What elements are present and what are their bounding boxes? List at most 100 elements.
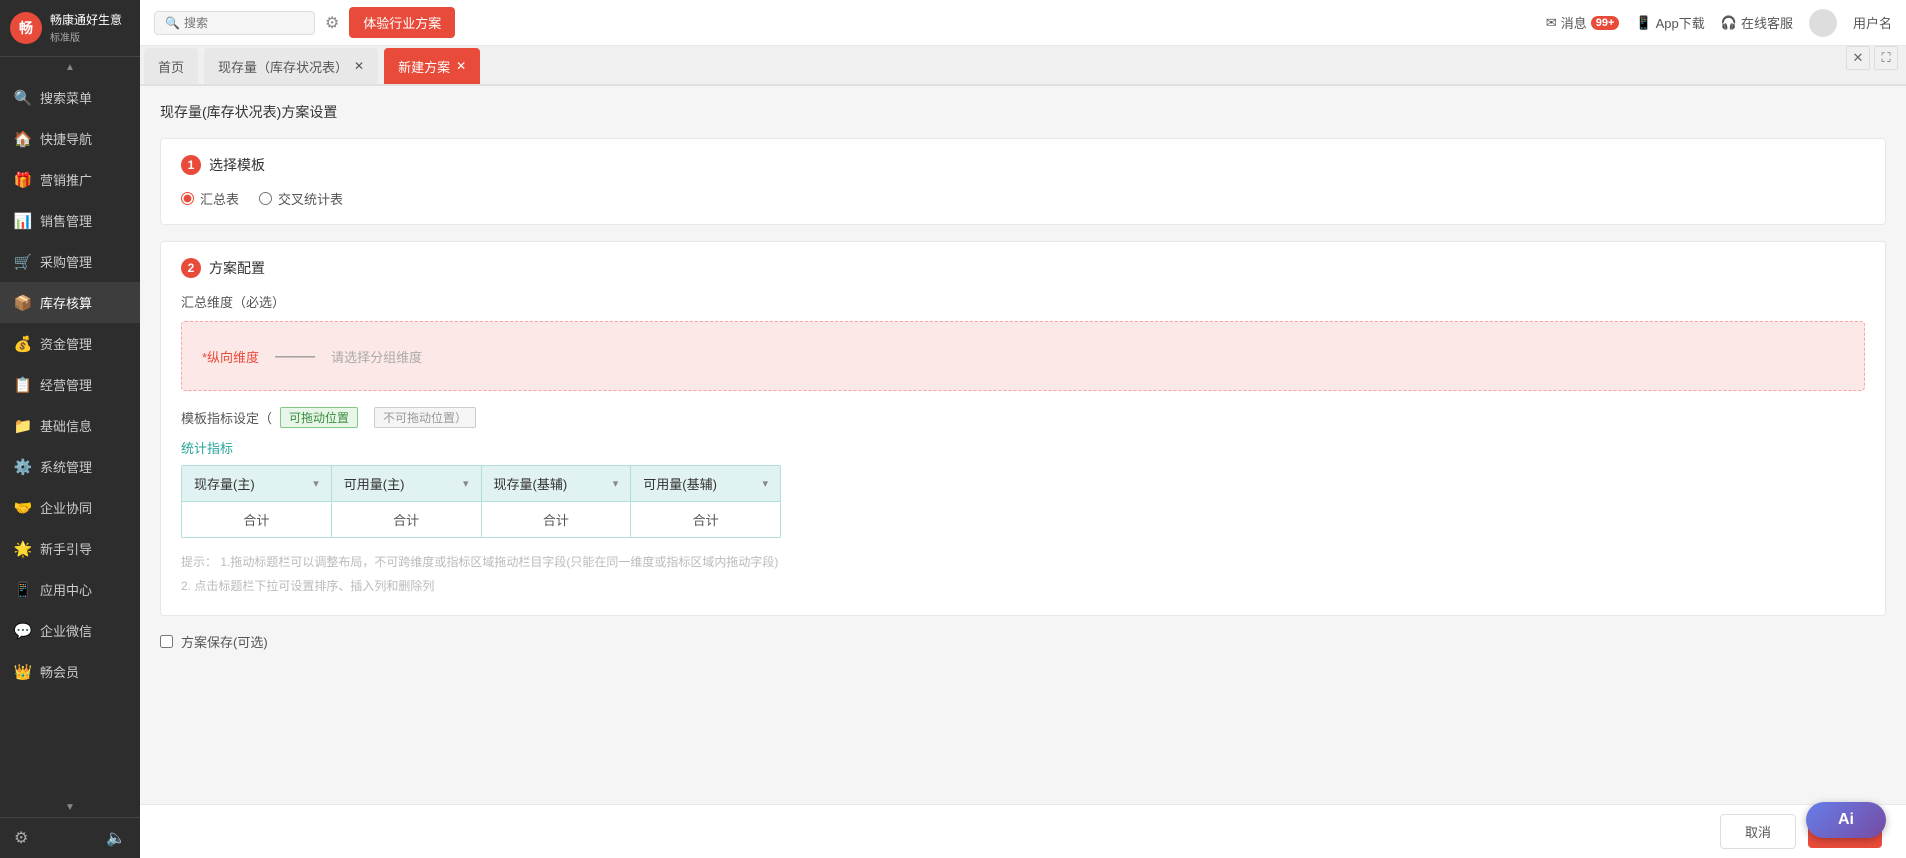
stats-col-body-2: 合计 [482,502,631,537]
settings-icon[interactable]: ⚙ [14,828,28,848]
sidebar-item-business[interactable]: 📋 经营管理 [0,364,140,405]
sidebar-item-label: 企业协同 [40,498,92,517]
sidebar-item-label: 营销推广 [40,170,92,189]
radio-summary-label: 汇总表 [200,189,239,208]
stats-col-header-1[interactable]: 可用量(主) ▾ [332,466,481,502]
sidebar-item-basic-info[interactable]: 📁 基础信息 [0,405,140,446]
user-avatar[interactable] [1809,9,1837,37]
handshake-icon: 🤝 [14,499,32,517]
stats-col-3: 可用量(基辅) ▾ 合计 [631,466,780,537]
sidebar-item-finance[interactable]: 💰 资金管理 [0,323,140,364]
chevron-down-icon-3[interactable]: ▾ [762,477,768,490]
sidebar-footer: ⚙ 🔈 [0,817,140,858]
section1-title: 选择模板 [209,155,265,175]
save-label: 方案保存(可选) [181,632,268,651]
sidebar-item-label: 库存核算 [40,293,92,312]
chat-icon: 💬 [14,622,32,640]
radio-summary-input[interactable] [181,192,194,205]
online-service-action[interactable]: 🎧 在线客服 [1721,13,1793,32]
sidebar-item-contract[interactable]: 🤝 企业协同 [0,487,140,528]
username-label: 用户名 [1853,13,1892,32]
indicator-movable-badge: 可拖动位置 [280,407,358,428]
sidebar-item-quick-nav[interactable]: 🏠 快捷导航 [0,118,140,159]
download-icon: 📱 [1635,15,1651,31]
stats-col-header-label-3: 可用量(基辅) [643,474,717,493]
cart-icon: 🛒 [14,253,32,271]
sidebar-scroll-up[interactable]: ▲ [0,57,140,77]
message-icon: ✉ [1546,15,1557,31]
gift-icon: 🎁 [14,171,32,189]
section-choose-template: 1 选择模板 汇总表 交叉统计表 [160,138,1886,225]
sidebar-item-label: 新手引导 [40,539,92,558]
section2-header: 2 方案配置 [181,258,1865,278]
app-download-action[interactable]: 📱 App下载 [1635,13,1704,32]
radio-summary[interactable]: 汇总表 [181,189,239,208]
sidebar-item-member[interactable]: 👑 畅会员 [0,651,140,692]
chevron-down-icon-2[interactable]: ▾ [613,477,619,490]
sidebar-item-label: 经营管理 [40,375,92,394]
ai-float-button[interactable]: Ai [1806,802,1886,838]
tab-inventory-status[interactable]: 现存量（库存状况表） ✕ [204,48,378,84]
chevron-down-icon-0[interactable]: ▾ [313,477,319,490]
main-wrapper: 🔍 ⚙ 体验行业方案 ✉ 消息 99+ 📱 App下载 🎧 在线客服 用户名 [140,0,1906,858]
chevron-down-icon-1[interactable]: ▾ [463,477,469,490]
sidebar-item-sales[interactable]: 📊 销售管理 [0,200,140,241]
sidebar-item-search-menu[interactable]: 🔍 搜索菜单 [0,77,140,118]
stats-col-header-2[interactable]: 现存量(基辅) ▾ [482,466,631,502]
stats-table-header: 现存量(主) ▾ 合计 可用量(主) ▾ 合计 [182,466,780,537]
tab-new-scheme-close-icon[interactable]: ✕ [456,59,466,73]
sidebar-item-system[interactable]: ⚙️ 系统管理 [0,446,140,487]
phone-icon: 📱 [14,581,32,599]
tip-2: 2. 点击标题栏下拉可设置排序、插入列和删除列 [181,576,1865,598]
stats-col-header-label-2: 现存量(基辅) [494,474,568,493]
sound-icon[interactable]: 🔈 [106,828,126,848]
sidebar-item-purchase[interactable]: 🛒 采购管理 [0,241,140,282]
tab-home[interactable]: 首页 [144,48,198,84]
content-area: 现存量(库存状况表)方案设置 1 选择模板 汇总表 交叉统计表 [140,86,1906,804]
section1-badge: 1 [181,155,201,175]
trial-btn[interactable]: 体验行业方案 [349,7,455,38]
stats-col-header-3[interactable]: 可用量(基辅) ▾ [631,466,780,502]
tab-new-scheme-label: 新建方案 [398,57,450,76]
radio-cross-input[interactable] [259,192,272,205]
message-badge: 99+ [1591,16,1620,30]
sidebar-item-label: 应用中心 [40,580,92,599]
message-action[interactable]: ✉ 消息 99+ [1546,13,1620,32]
box-icon: 📦 [14,294,32,312]
sidebar-item-app-center[interactable]: 📱 应用中心 [0,569,140,610]
service-icon: 🎧 [1721,15,1737,31]
sidebar: 畅 畅康通好生意 标准版 ▲ 🔍 搜索菜单 🏠 快捷导航 🎁 营销推广 📊 销售… [0,0,140,858]
stats-col-1: 可用量(主) ▾ 合计 [332,466,482,537]
stats-col-header-0[interactable]: 现存量(主) ▾ [182,466,331,502]
cancel-button[interactable]: 取消 [1720,814,1796,849]
search-icon: 🔍 [14,89,32,107]
topbar-actions: ✉ 消息 99+ 📱 App下载 🎧 在线客服 用户名 [1546,9,1892,37]
indicator-settings: 模板指标设定（ 可拖动位置 不可拖动位置） [181,407,1865,428]
tab-inventory-close-icon[interactable]: ✕ [354,59,364,73]
folder-icon: 📁 [14,417,32,435]
message-label: 消息 [1561,13,1587,32]
sidebar-item-newbie[interactable]: 🌟 新手引导 [0,528,140,569]
page-title: 现存量(库存状况表)方案设置 [160,102,1886,122]
save-checkbox[interactable] [160,635,173,648]
sidebar-item-inventory[interactable]: 📦 库存核算 [0,282,140,323]
tab-inventory-label: 现存量（库存状况表） [218,57,348,76]
sidebar-item-label: 搜索菜单 [40,88,92,107]
search-box[interactable]: 🔍 [154,11,315,35]
radio-cross[interactable]: 交叉统计表 [259,189,343,208]
sidebar-item-wechat[interactable]: 💬 企业微信 [0,610,140,651]
search-input[interactable] [184,16,304,30]
panel-expand-btn[interactable]: ⛶ [1874,46,1898,70]
panel-close-btn[interactable]: ✕ [1846,46,1870,70]
online-service-label: 在线客服 [1741,13,1793,32]
settings-gear-icon[interactable]: ⚙ [325,13,339,33]
tab-new-scheme[interactable]: 新建方案 ✕ [384,48,480,84]
sidebar-item-marketing[interactable]: 🎁 营销推广 [0,159,140,200]
sidebar-scroll-down[interactable]: ▼ [0,797,140,817]
indicator-fixed-badge: 不可拖动位置） [374,407,476,428]
sidebar-item-label: 快捷导航 [40,129,92,148]
clipboard-icon: 📋 [14,376,32,394]
tip-1: 提示： 1.拖动标题栏可以调整布局，不可跨维度或指标区域拖动栏目字段(只能在同一… [181,552,1865,574]
tabs-bar: 首页 现存量（库存状况表） ✕ 新建方案 ✕ ✕ ⛶ [140,46,1906,86]
dimension-label: 汇总维度（必选） [181,292,1865,311]
